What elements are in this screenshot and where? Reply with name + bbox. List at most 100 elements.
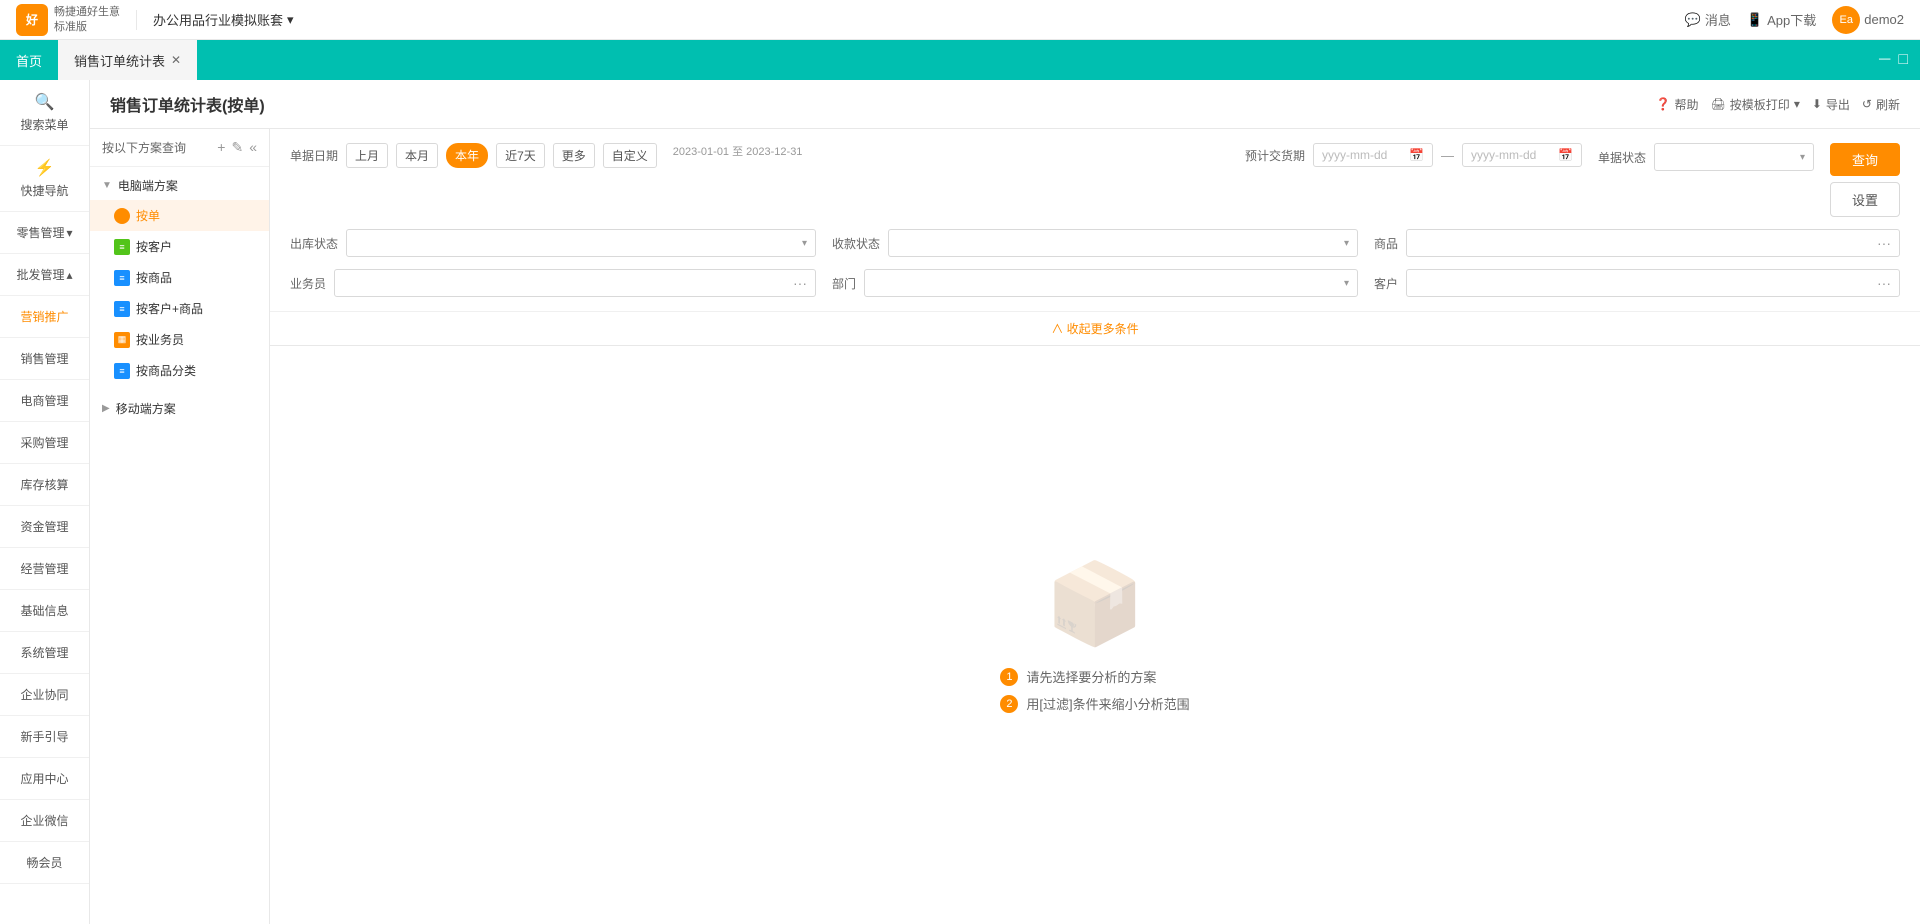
sidebar-item-ecommerce[interactable]: 电商管理 [0,380,89,422]
dept-label: 部门 [832,275,856,292]
collapse-btn[interactable]: ∧ 收起更多条件 [270,311,1920,345]
sidebar-item-retail[interactable]: 零售管理 ▾ [0,212,89,254]
sidebar: 🔍 搜索菜单 ⚡ 快捷导航 零售管理 ▾ 批发管理 ▴ 营销推广 销售管理 电商… [0,80,90,924]
scheme-item-by-goods[interactable]: ≡ 按商品 [90,262,269,293]
scheme-item-by-salesman[interactable]: ▦ 按业务员 [90,324,269,355]
sidebar-item-system[interactable]: 系统管理 [0,632,89,674]
search-icon: 🔍 [35,92,55,112]
help-btn[interactable]: ❓ 帮助 [1656,96,1699,113]
chevron-down-icon: ▾ [287,12,294,28]
company-selector[interactable]: 办公用品行业模拟账套 ▾ [153,10,294,29]
add-scheme-btn[interactable]: + [217,139,225,156]
top-bar-right: 💬 消息 📱 App下载 Ea demo2 [1685,6,1904,34]
app-download-btn[interactable]: 📱 App下载 [1747,10,1816,29]
sidebar-item-appcenter[interactable]: 应用中心 [0,758,89,800]
expected-date-start[interactable]: yyyy-mm-dd 📅 [1313,143,1433,167]
query-button[interactable]: 查询 [1830,143,1900,176]
maximize-icon[interactable]: □ [1898,51,1908,69]
logo-icon: 好 [16,4,48,36]
empty-tip-1: 1 请先选择要分析的方案 [1000,667,1189,686]
tab-bar-actions: ─ □ [1879,40,1920,80]
help-icon: ❓ [1656,97,1671,111]
date-btn-this-month[interactable]: 本月 [396,143,438,168]
newguide-label: 新手引导 [20,728,68,745]
expected-date-end[interactable]: yyyy-mm-dd 📅 [1462,143,1582,167]
collapse-panel-btn[interactable]: « [249,139,257,156]
scheme-customer-icon: ≡ [114,239,130,255]
top-bar-left: 好 畅捷通好生意 标准版 办公用品行业模拟账套 ▾ [16,4,294,36]
print-btn[interactable]: 🖨 按模板打印 ▾ [1711,96,1800,113]
operation-label: 经营管理 [20,560,68,577]
quicknav-icon: ⚡ [35,158,55,178]
mobile-group-header[interactable]: ▶ 移动端方案 [90,394,269,423]
minimize-icon[interactable]: ─ [1879,51,1890,69]
delivery-select[interactable]: ▾ [346,229,816,257]
dept-group: 部门 ▾ [832,269,1358,297]
chevron-up-icon: ▴ [66,268,72,282]
customer-more-icon[interactable]: ··· [1877,275,1891,291]
sidebar-item-finance[interactable]: 资金管理 [0,506,89,548]
export-btn[interactable]: ⬇ 导出 [1812,96,1850,113]
sidebar-item-search[interactable]: 🔍 搜索菜单 [0,80,89,146]
sidebar-item-wechat[interactable]: 企业微信 [0,800,89,842]
tab-home[interactable]: 首页 [0,40,58,80]
message-btn[interactable]: 💬 消息 [1685,10,1731,29]
salesman-group: 业务员 ··· [290,269,816,297]
scheme-item-by-category[interactable]: ≡ 按商品分类 [90,355,269,386]
receipt-arrow-icon: ▾ [1344,238,1349,249]
tab-close-icon[interactable]: ✕ [171,53,181,67]
sidebar-item-operation[interactable]: 经营管理 [0,548,89,590]
sidebar-item-sales[interactable]: 销售管理 [0,338,89,380]
purchase-label: 采购管理 [20,434,68,451]
sidebar-item-basic[interactable]: 基础信息 [0,590,89,632]
customer-group: 客户 ··· [1374,269,1900,297]
query-btn-area: 查询 设置 [1830,143,1900,217]
sidebar-item-purchase[interactable]: 采购管理 [0,422,89,464]
filter-row-3: 业务员 ··· 部门 ▾ [290,269,1900,297]
tab-order-stats[interactable]: 销售订单统计表 ✕ [58,40,197,80]
goods-select[interactable]: ··· [1406,229,1900,257]
salesman-more-icon[interactable]: ··· [793,275,807,291]
avatar: Ea [1832,6,1860,34]
sidebar-item-wholesale[interactable]: 批发管理 ▴ [0,254,89,296]
receipt-group: 收款状态 ▾ [832,229,1358,257]
date-btn-more[interactable]: 更多 [553,143,595,168]
date-btn-custom[interactable]: 自定义 [603,143,657,168]
scheme-item-by-customer[interactable]: ≡ 按客户 [90,231,269,262]
sidebar-item-quicknav[interactable]: ⚡ 快捷导航 [0,146,89,212]
wechat-label: 企业微信 [20,812,68,829]
dept-select[interactable]: ▾ [864,269,1358,297]
sidebar-item-enterprise[interactable]: 企业协同 [0,674,89,716]
pc-group-header[interactable]: ▼ 电脑端方案 [90,171,269,200]
date-btn-this-year[interactable]: 本年 [446,143,488,168]
salesman-select[interactable]: ··· [334,269,816,297]
sidebar-item-marketing[interactable]: 营销推广 [0,296,89,338]
status-group: 单据状态 ▾ [1598,143,1814,171]
scheme-item-by-order[interactable]: 按单 [90,200,269,231]
setting-button[interactable]: 设置 [1830,182,1900,217]
customer-select[interactable]: ··· [1406,269,1900,297]
date-range-text: 2023-01-01 至 2023-12-31 [673,143,803,159]
filter-inner: 单据日期 上月 本月 本年 近7天 更多 自定义 [270,129,1920,311]
status-select[interactable]: ▾ [1654,143,1814,171]
refresh-btn[interactable]: ↺ 刷新 [1862,96,1900,113]
right-content: 单据日期 上月 本月 本年 近7天 更多 自定义 [270,129,1920,924]
collapse-icon: ∧ [1051,322,1066,336]
print-icon: 🖨 [1711,97,1726,111]
delivery-group: 出库状态 ▾ [290,229,816,257]
receipt-select[interactable]: ▾ [888,229,1358,257]
sidebar-item-newguide[interactable]: 新手引导 [0,716,89,758]
sidebar-item-label: 快捷导航 [20,182,68,199]
delivery-arrow-icon: ▾ [802,238,807,249]
goods-more-icon[interactable]: ··· [1877,235,1891,251]
sidebar-item-member[interactable]: 畅会员 [0,842,89,884]
date-btn-last7[interactable]: 近7天 [496,143,545,168]
sidebar-item-inventory[interactable]: 库存核算 [0,464,89,506]
scheme-group-pc: ▼ 电脑端方案 按单 ≡ 按客户 ≡ 按商品 [90,167,269,390]
scheme-item-by-customer-goods[interactable]: ≡ 按客户+商品 [90,293,269,324]
retail-label: 零售管理 [16,224,64,241]
date-btn-last-month[interactable]: 上月 [346,143,388,168]
content-area: 销售订单统计表(按单) ❓ 帮助 🖨 按模板打印 ▾ ⬇ 导出 ↺ 刷新 [90,80,1920,924]
logo-text: 畅捷通好生意 标准版 [54,5,120,34]
user-area[interactable]: Ea demo2 [1832,6,1904,34]
